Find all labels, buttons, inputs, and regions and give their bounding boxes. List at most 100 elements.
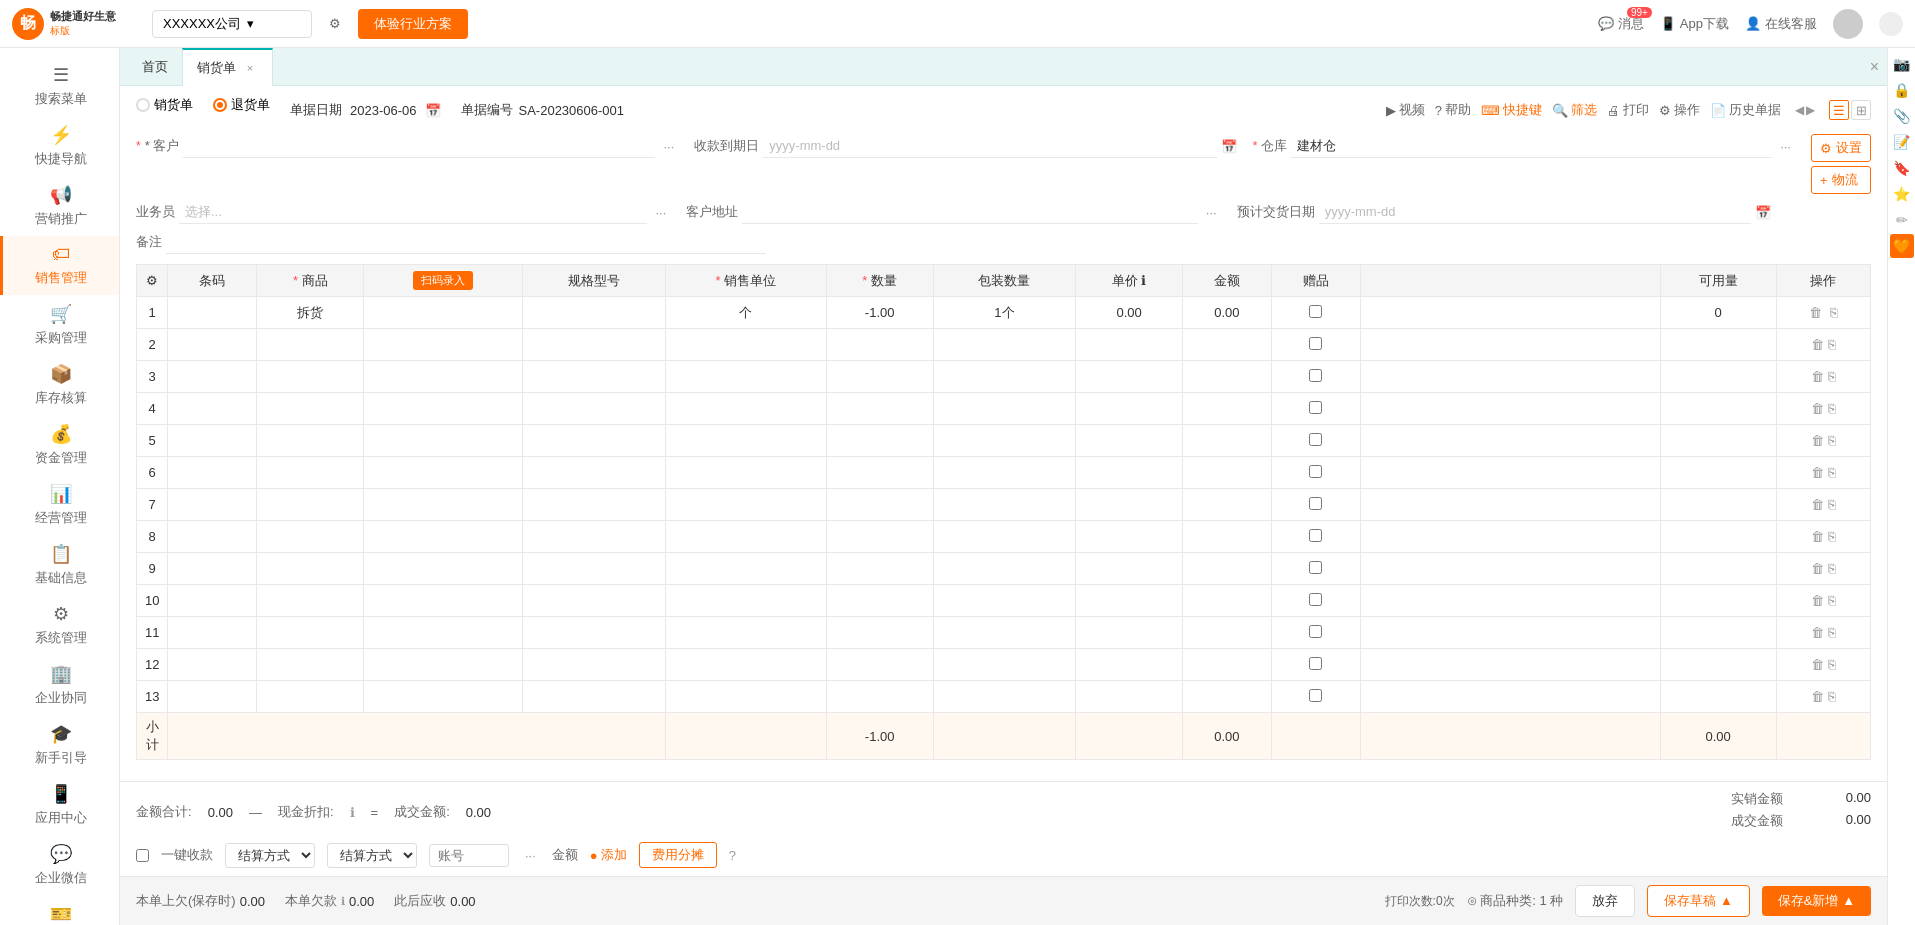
expense-help-icon[interactable]: ? [729,848,736,863]
copy-icon[interactable]: ⎘ [1828,689,1836,704]
payment-method-select2[interactable]: 结算方式 [327,843,417,868]
col-settings[interactable]: ⚙ [137,265,168,297]
delete-icon[interactable]: 🗑 [1811,529,1824,544]
grid-view-btn[interactable]: ⊞ [1851,100,1871,120]
warehouse-ellipsis-icon[interactable]: ··· [1776,137,1795,156]
delete-icon[interactable]: 🗑 [1811,689,1824,704]
cell-price[interactable]: 0.00 [1076,297,1183,329]
delete-icon[interactable]: 🗑 [1811,497,1824,512]
next-arrow[interactable]: ▶ [1806,103,1815,117]
avatar[interactable] [1833,9,1863,39]
delete-icon[interactable]: 🗑 [1811,625,1824,640]
account-ellipsis-icon[interactable]: ··· [521,846,540,865]
online-service-button[interactable]: 👤 在线客服 [1745,15,1817,33]
copy-icon[interactable]: ⎘ [1828,625,1836,640]
sidebar-item-sales[interactable]: 🏷 销售管理 [0,236,119,295]
help-link[interactable]: ? 帮助 [1435,101,1471,119]
print-link[interactable]: 🖨 打印 [1607,101,1649,119]
sidebar-item-operations[interactable]: 📊 经营管理 [0,475,119,535]
delete-icon[interactable]: 🗑 [1811,337,1824,352]
copy-icon[interactable]: ⎘ [1828,561,1836,576]
collection-date-calendar-icon[interactable]: 📅 [1221,139,1237,154]
sidebar-item-system[interactable]: ⚙ 系统管理 [0,595,119,655]
tool-camera[interactable]: 📷 [1890,52,1914,76]
save-new-button[interactable]: 保存&新增 ▲ [1762,886,1871,916]
prev-arrow[interactable]: ◀ [1795,103,1804,117]
scan-button[interactable]: 扫码录入 [413,271,473,290]
tool-bookmark[interactable]: 🔖 [1890,156,1914,180]
shortcut-link[interactable]: ⌨ 快捷键 [1481,101,1542,119]
delete-icon[interactable]: 🗑 [1811,369,1824,384]
trial-button[interactable]: 体验行业方案 [358,9,468,39]
copy-icon[interactable]: ⎘ [1828,529,1836,544]
avatar-secondary[interactable] [1879,12,1903,36]
add-payment-button[interactable]: ● 添加 [590,846,627,864]
logistics-button[interactable]: + 物流 [1811,166,1871,194]
video-link[interactable]: ▶ 视频 [1386,101,1425,119]
remarks-input[interactable] [166,230,766,254]
cell-gift[interactable] [1271,297,1360,329]
account-input[interactable] [429,844,509,867]
delivery-date-input[interactable] [1319,200,1751,224]
copy-icon[interactable]: ⎘ [1828,657,1836,672]
tool-orange[interactable]: 🧡 [1890,234,1914,258]
collection-date-input[interactable] [763,134,1216,158]
delivery-date-calendar-icon[interactable]: 📅 [1755,205,1771,220]
delete-icon[interactable]: 🗑 [1811,401,1824,416]
cell-qty[interactable]: -1.00 [826,297,933,329]
settings-icon[interactable]: ⚙ [320,9,350,39]
filter-link[interactable]: 🔍 筛选 [1552,101,1597,119]
tab-bar-close-icon[interactable]: × [1870,58,1879,76]
help-circle-icon2[interactable]: ℹ [341,895,345,908]
payment-method-select[interactable]: 结算方式 [225,843,315,868]
tool-lock[interactable]: 🔒 [1890,78,1914,102]
list-view-btn[interactable]: ☰ [1829,100,1849,120]
delete-icon[interactable]: 🗑 [1809,305,1822,320]
copy-icon[interactable]: ⎘ [1828,369,1836,384]
tab-close-icon[interactable]: × [242,60,258,76]
delete-icon[interactable]: 🗑 [1811,465,1824,480]
tool-note[interactable]: 📝 [1890,130,1914,154]
history-link[interactable]: 📄 历史单据 [1710,101,1781,119]
address-ellipsis-icon[interactable]: ··· [1202,203,1221,222]
copy-icon[interactable]: ⎘ [1828,465,1836,480]
delete-icon[interactable]: 🗑 [1811,657,1824,672]
expense-split-button[interactable]: 费用分摊 [639,842,717,868]
date-calendar-icon[interactable]: 📅 [425,103,441,118]
one-click-payment-checkbox[interactable] [136,849,149,862]
sidebar-item-finance[interactable]: 💰 资金管理 [0,415,119,475]
customer-ellipsis-icon[interactable]: ··· [659,137,678,156]
sidebar-item-search[interactable]: ☰ 搜索菜单 [0,56,119,116]
copy-icon[interactable]: ⎘ [1828,593,1836,608]
col-scan[interactable]: 扫码录入 [364,265,523,297]
sidebar-item-basic-info[interactable]: 📋 基础信息 [0,535,119,595]
customer-address-input[interactable] [742,200,1197,224]
copy-icon[interactable]: ⎘ [1828,497,1836,512]
cell-barcode[interactable] [168,297,257,329]
operation-link[interactable]: ⚙ 操作 [1659,101,1700,119]
copy-icon[interactable]: ⎘ [1828,337,1836,352]
message-button[interactable]: 💬 消息 99+ [1598,15,1644,33]
sidebar-item-marketing[interactable]: 📢 营销推广 [0,176,119,236]
sidebar-item-enterprise[interactable]: 🏢 企业协同 [0,655,119,715]
delete-icon[interactable]: 🗑 [1811,433,1824,448]
radio-sales-order[interactable]: 销货单 [136,96,193,114]
customer-input[interactable] [183,134,655,158]
tool-star[interactable]: ⭐ [1890,182,1914,206]
tool-paperclip[interactable]: 📎 [1890,104,1914,128]
sidebar-item-guide[interactable]: 🎓 新手引导 [0,715,119,775]
salesperson-ellipsis-icon[interactable]: ··· [651,203,670,222]
warehouse-input[interactable] [1291,134,1772,158]
help-circle-icon[interactable]: ℹ [350,805,355,820]
copy-icon[interactable]: ⎘ [1830,305,1838,320]
sidebar-item-purchase[interactable]: 🛒 采购管理 [0,295,119,355]
tab-sales-order[interactable]: 销货单 × [182,48,273,86]
discard-button[interactable]: 放弃 [1575,885,1635,917]
salesperson-input[interactable] [179,200,647,224]
sidebar-item-wechat[interactable]: 💬 企业微信 [0,835,119,895]
copy-icon[interactable]: ⎘ [1828,433,1836,448]
sidebar-item-inventory[interactable]: 📦 库存核算 [0,355,119,415]
sidebar-item-quick-nav[interactable]: ⚡ 快捷导航 [0,116,119,176]
sidebar-item-app-center[interactable]: 📱 应用中心 [0,775,119,835]
tab-home[interactable]: 首页 [128,48,182,86]
